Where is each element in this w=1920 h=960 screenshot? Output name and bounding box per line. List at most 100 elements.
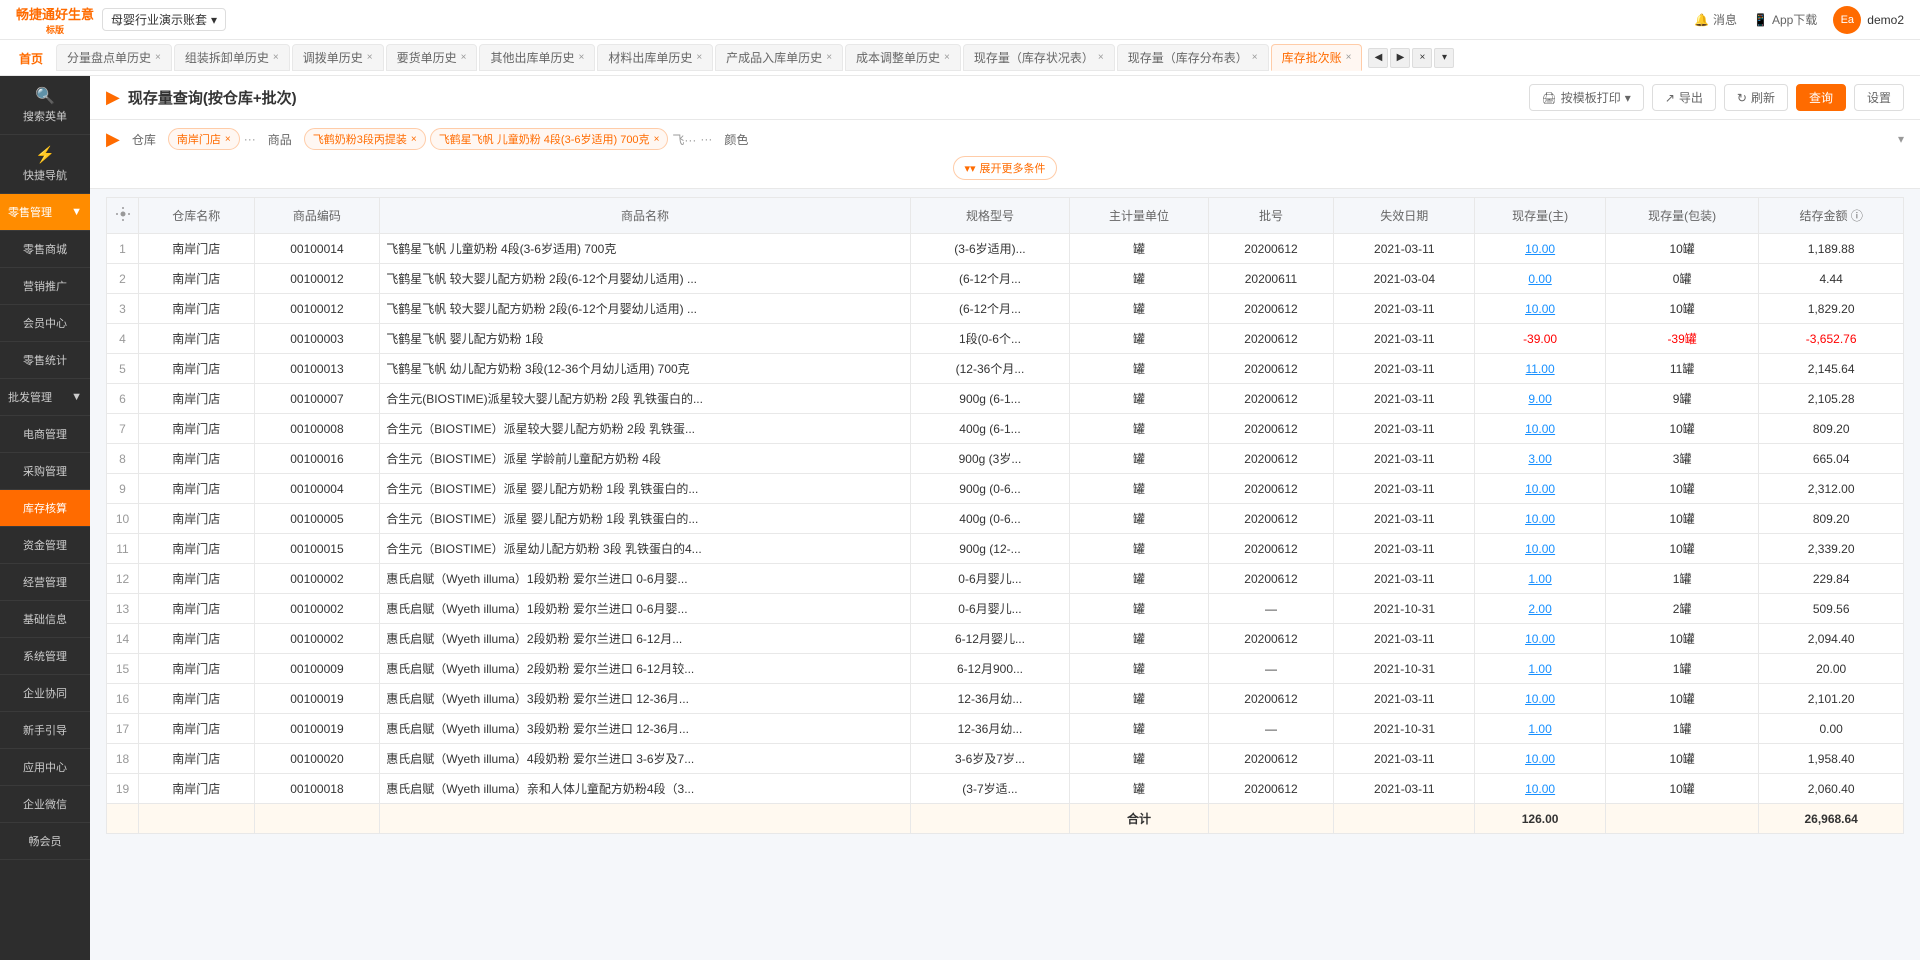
row-qty[interactable]: 10.00 bbox=[1475, 774, 1606, 804]
sidebar-item-vip[interactable]: 畅会员 bbox=[0, 823, 90, 860]
sidebar-item-appcenter[interactable]: 应用中心 bbox=[0, 749, 90, 786]
sidebar-item-search[interactable]: 🔍 搜索英单 bbox=[0, 76, 90, 135]
row-qty[interactable]: 3.00 bbox=[1475, 444, 1606, 474]
tab-chengpinruku[interactable]: 产成品入库单历史 × bbox=[715, 44, 843, 71]
expand-icon: ▼ bbox=[71, 391, 82, 403]
refresh-button[interactable]: ↻ 刷新 bbox=[1724, 84, 1788, 111]
sidebar-item-shop[interactable]: 零售商城 bbox=[0, 231, 90, 268]
tab-next-button[interactable]: ▶ bbox=[1390, 48, 1410, 68]
row-batch: — bbox=[1208, 714, 1334, 744]
footer-empty bbox=[910, 804, 1070, 834]
settings-button[interactable]: 设置 bbox=[1854, 84, 1904, 111]
row-expire: 2021-03-11 bbox=[1334, 294, 1475, 324]
tab-qitachuku[interactable]: 其他出库单历史 × bbox=[479, 44, 595, 71]
row-qty[interactable]: 1.00 bbox=[1475, 654, 1606, 684]
tab-xiancunzhuangtai[interactable]: 现存量（库存状况表） × bbox=[963, 44, 1115, 71]
goods-filter-more[interactable]: 飞··· bbox=[672, 131, 696, 148]
sidebar-item-basic[interactable]: 基础信息 bbox=[0, 601, 90, 638]
row-qty[interactable]: 10.00 bbox=[1475, 234, 1606, 264]
close-icon[interactable]: × bbox=[367, 52, 373, 63]
filter-more-dots[interactable]: ··· bbox=[244, 132, 256, 146]
close-icon[interactable]: × bbox=[1098, 52, 1104, 63]
sidebar-item-retail[interactable]: 零售管理 ▼ bbox=[0, 194, 90, 231]
close-icon[interactable]: × bbox=[1346, 52, 1352, 63]
row-qty[interactable]: 10.00 bbox=[1475, 474, 1606, 504]
row-qty[interactable]: 1.00 bbox=[1475, 714, 1606, 744]
tag-close-icon[interactable]: × bbox=[654, 134, 660, 145]
tab-prev-button[interactable]: ◀ bbox=[1368, 48, 1388, 68]
close-icon[interactable]: × bbox=[155, 52, 161, 63]
sidebar-item-label: 搜索英单 bbox=[4, 108, 86, 124]
app-download-button[interactable]: 📱 App下载 bbox=[1753, 11, 1817, 28]
row-amount: 1,829.20 bbox=[1759, 294, 1904, 324]
row-spec: (6-12个月... bbox=[910, 294, 1070, 324]
sidebar-item-wholesale[interactable]: 批发管理 ▼ bbox=[0, 379, 90, 416]
close-icon[interactable]: × bbox=[944, 52, 950, 63]
row-qty[interactable]: 10.00 bbox=[1475, 624, 1606, 654]
sidebar-item-operation[interactable]: 经营管理 bbox=[0, 564, 90, 601]
color-dropdown-icon[interactable]: ▾ bbox=[1898, 132, 1904, 146]
row-batch: 20200612 bbox=[1208, 444, 1334, 474]
tag-close-icon[interactable]: × bbox=[411, 134, 417, 145]
sidebar-item-marketing[interactable]: 营销推广 bbox=[0, 268, 90, 305]
tab-menu-button[interactable]: ▾ bbox=[1434, 48, 1454, 68]
tag-close-icon[interactable]: × bbox=[225, 134, 231, 145]
tab-zuzhuangchaijian[interactable]: 组装拆卸单历史 × bbox=[174, 44, 290, 71]
row-number: 16 bbox=[107, 684, 139, 714]
sidebar-item-wechat[interactable]: 企业微信 bbox=[0, 786, 90, 823]
row-qty[interactable]: 0.00 bbox=[1475, 264, 1606, 294]
messages-button[interactable]: 🔔 消息 bbox=[1694, 11, 1737, 28]
tag-text: 飞鹤奶粉3段丙提装 bbox=[313, 131, 407, 147]
export-button[interactable]: ↗ 导出 bbox=[1652, 84, 1716, 111]
close-icon[interactable]: × bbox=[461, 52, 467, 63]
close-icon[interactable]: × bbox=[696, 52, 702, 63]
tab-cailiaochuku[interactable]: 材料出库单历史 × bbox=[597, 44, 713, 71]
row-qty[interactable]: 9.00 bbox=[1475, 384, 1606, 414]
sidebar-item-system[interactable]: 系统管理 bbox=[0, 638, 90, 675]
expand-more-button[interactable]: ▾▾ 展开更多条件 bbox=[953, 156, 1056, 180]
row-qty[interactable]: 10.00 bbox=[1475, 294, 1606, 324]
row-qty[interactable]: 10.00 bbox=[1475, 414, 1606, 444]
row-qty[interactable]: 10.00 bbox=[1475, 744, 1606, 774]
close-icon[interactable]: × bbox=[826, 52, 832, 63]
tab-fenliangpandian[interactable]: 分量盘点单历史 × bbox=[56, 44, 172, 71]
row-qty[interactable]: 1.00 bbox=[1475, 564, 1606, 594]
sidebar-item-enterprise[interactable]: 企业协同 bbox=[0, 675, 90, 712]
row-qty[interactable]: 11.00 bbox=[1475, 354, 1606, 384]
tab-chenben[interactable]: 成本调整单历史 × bbox=[845, 44, 961, 71]
sidebar-item-finance[interactable]: 资金管理 bbox=[0, 527, 90, 564]
sidebar-item-guide[interactable]: 新手引导 bbox=[0, 712, 90, 749]
tab-yaohuo[interactable]: 要货单历史 × bbox=[386, 44, 478, 71]
tab-xiancunfenbu[interactable]: 现存量（库存分布表） × bbox=[1117, 44, 1269, 71]
tab-close-button[interactable]: × bbox=[1412, 48, 1432, 68]
row-qty[interactable]: 10.00 bbox=[1475, 684, 1606, 714]
sidebar-item-stats[interactable]: 零售统计 bbox=[0, 342, 90, 379]
filter-expand-arrow[interactable]: ▶ bbox=[106, 129, 120, 150]
row-qty[interactable]: 10.00 bbox=[1475, 504, 1606, 534]
settings-icon[interactable] bbox=[115, 206, 131, 222]
row-qty[interactable]: 10.00 bbox=[1475, 534, 1606, 564]
row-code: 00100004 bbox=[254, 474, 380, 504]
query-button[interactable]: 查询 bbox=[1796, 84, 1846, 111]
goods-more-dots[interactable]: ··· bbox=[700, 132, 712, 146]
expand-arrow[interactable]: ▶ bbox=[106, 87, 120, 108]
close-icon[interactable]: × bbox=[578, 52, 584, 63]
row-expire: 2021-03-11 bbox=[1334, 534, 1475, 564]
user-profile[interactable]: Ea demo2 bbox=[1833, 6, 1904, 34]
close-icon[interactable]: × bbox=[1252, 52, 1258, 63]
tab-kucunpici[interactable]: 库存批次账 × bbox=[1271, 44, 1363, 71]
tab-label: 成本调整单历史 bbox=[856, 49, 940, 66]
print-button[interactable]: 🖨 按模板打印 ▾ bbox=[1529, 84, 1644, 111]
sidebar: 🔍 搜索英单 ⚡ 快捷导航 零售管理 ▼ 零售商城 营销推广 会员中心 零售统计… bbox=[0, 76, 90, 960]
sidebar-item-purchase[interactable]: 采购管理 bbox=[0, 453, 90, 490]
org-selector[interactable]: 母婴行业演示账套 ▾ bbox=[102, 8, 226, 31]
tab-home[interactable]: 首页 bbox=[8, 45, 54, 71]
sidebar-item-inventory[interactable]: 库存核算 bbox=[0, 490, 90, 527]
row-qty[interactable]: 2.00 bbox=[1475, 594, 1606, 624]
tab-diaobodanlishi[interactable]: 调拨单历史 × bbox=[292, 44, 384, 71]
close-icon[interactable]: × bbox=[273, 52, 279, 63]
table-row: 16 南岸门店 00100019 惠氏启赋（Wyeth illuma）3段奶粉 … bbox=[107, 684, 1904, 714]
sidebar-item-member[interactable]: 会员中心 bbox=[0, 305, 90, 342]
sidebar-item-ecommerce[interactable]: 电商管理 bbox=[0, 416, 90, 453]
sidebar-item-quick[interactable]: ⚡ 快捷导航 bbox=[0, 135, 90, 194]
